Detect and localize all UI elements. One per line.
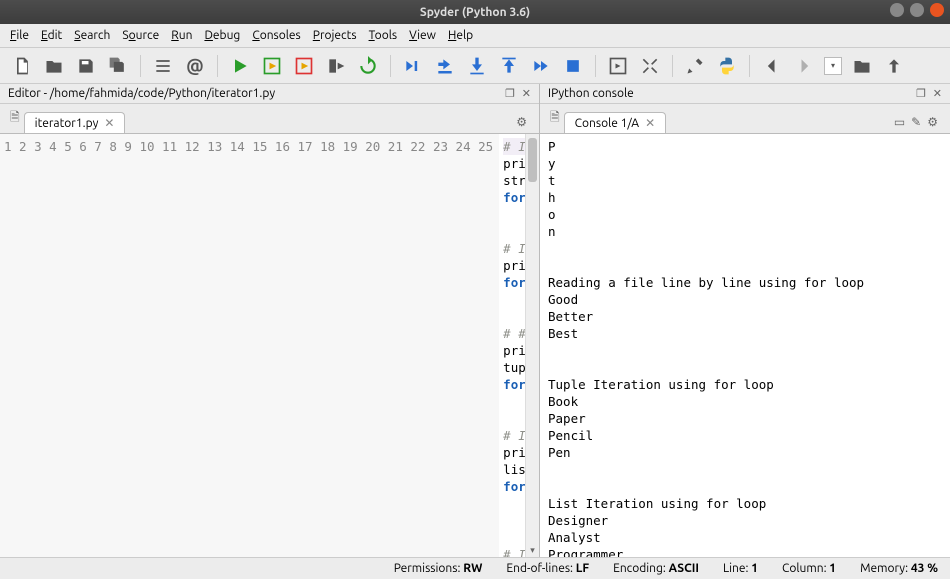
editor-options-icon[interactable]: ⚙ [516,115,533,133]
open-file-icon[interactable] [42,54,66,78]
status-line-value: 1 [751,562,758,575]
debug-step-out-icon[interactable] [497,54,521,78]
save-all-icon[interactable] [106,54,130,78]
menu-edit[interactable]: Edit [41,29,62,42]
status-column-value: 1 [829,562,836,575]
status-encoding-label: Encoding: [613,562,666,575]
menu-tools[interactable]: Tools [369,29,398,42]
parent-dir-icon[interactable] [882,54,906,78]
console-options-icon[interactable]: ⚙ [927,115,938,129]
menu-source[interactable]: Source [122,29,159,42]
console-pane: IPython console ❐ ✕ 🗎 Console 1/A ✕ ▭ ✎ … [540,84,950,557]
close-tab-icon[interactable]: ✕ [104,116,114,130]
menu-search[interactable]: Search [74,29,110,42]
menu-consoles[interactable]: Consoles [252,29,300,42]
at-icon[interactable]: @ [183,54,207,78]
menu-run[interactable]: Run [171,29,192,42]
pane-close-icon[interactable]: ✕ [933,88,942,100]
console-stop-icon[interactable]: ▭ [894,115,905,129]
maximize-pane-icon[interactable] [606,54,630,78]
console-edit-icon[interactable]: ✎ [911,115,921,129]
outline-icon[interactable] [151,54,175,78]
forward-icon[interactable] [792,54,816,78]
window-close-button[interactable] [930,3,944,17]
python-path-icon[interactable] [715,54,739,78]
status-permissions-label: Permissions: [394,562,461,575]
status-eol-value: LF [576,562,589,575]
menubar: File Edit Search Source Run Debug Consol… [0,24,950,48]
back-icon[interactable] [760,54,784,78]
preferences-icon[interactable] [683,54,707,78]
debug-step-into-icon[interactable] [465,54,489,78]
debug-stop-icon[interactable] [561,54,585,78]
editor-tab-label: iterator1.py [35,117,99,130]
console-output[interactable]: P y t h o n Reading a file line by line … [540,134,950,557]
pane-restore-icon[interactable]: ❐ [505,88,515,100]
run-cell-icon[interactable] [260,54,284,78]
status-permissions-value: RW [463,562,482,575]
console-pane-title: IPython console [548,87,634,100]
window-titlebar: Spyder (Python 3.6) [0,0,950,24]
main-toolbar: @ ▾ [0,48,950,84]
scrollbar-down-icon[interactable]: ▾ [528,545,537,557]
menu-file[interactable]: File [10,29,29,42]
pane-close-icon[interactable]: ✕ [522,88,531,100]
new-file-icon[interactable] [10,54,34,78]
window-minimize-button[interactable] [890,3,904,17]
window-title: Spyder (Python 3.6) [420,6,530,19]
menu-help[interactable]: Help [448,29,473,42]
menu-debug[interactable]: Debug [204,29,240,42]
status-line-label: Line: [723,562,748,575]
debug-step-over-icon[interactable] [433,54,457,78]
editor-pane-title: Editor - /home/fahmida/code/Python/itera… [8,87,275,100]
code-editor[interactable]: 1 2 3 4 5 6 7 8 9 10 11 12 13 14 15 16 1… [0,134,539,557]
run-selection-icon[interactable] [324,54,348,78]
status-memory-label: Memory: [860,562,908,575]
editor-scrollbar[interactable]: ▾ [525,134,539,557]
editor-tab[interactable]: iterator1.py ✕ [24,112,126,133]
console-tab-label: Console 1/A [575,117,639,130]
menu-view[interactable]: View [409,29,436,42]
window-maximize-button[interactable] [910,3,924,17]
save-icon[interactable] [74,54,98,78]
console-tab[interactable]: Console 1/A ✕ [564,112,667,133]
pane-restore-icon[interactable]: ❐ [916,88,926,100]
fullscreen-icon[interactable] [638,54,662,78]
status-encoding-value: ASCII [669,562,699,575]
debug-step-icon[interactable] [401,54,425,78]
working-dir-dropdown[interactable]: ▾ [824,57,842,75]
rerun-icon[interactable] [356,54,380,78]
run-icon[interactable] [228,54,252,78]
status-column-label: Column: [782,562,827,575]
menu-projects[interactable]: Projects [313,29,357,42]
file-browse-icon[interactable]: 🗎 [6,108,24,133]
status-bar: Permissions: RW End-of-lines: LF Encodin… [0,557,950,579]
editor-pane: Editor - /home/fahmida/code/Python/itera… [0,84,540,557]
run-cell-advance-icon[interactable] [292,54,316,78]
close-tab-icon[interactable]: ✕ [645,116,655,130]
status-memory-value: 43 % [911,562,938,575]
status-eol-label: End-of-lines: [506,562,573,575]
debug-continue-icon[interactable] [529,54,553,78]
browse-dir-icon[interactable] [850,54,874,78]
console-browse-icon[interactable]: 🗎 [546,108,564,133]
scrollbar-thumb[interactable] [528,138,537,182]
